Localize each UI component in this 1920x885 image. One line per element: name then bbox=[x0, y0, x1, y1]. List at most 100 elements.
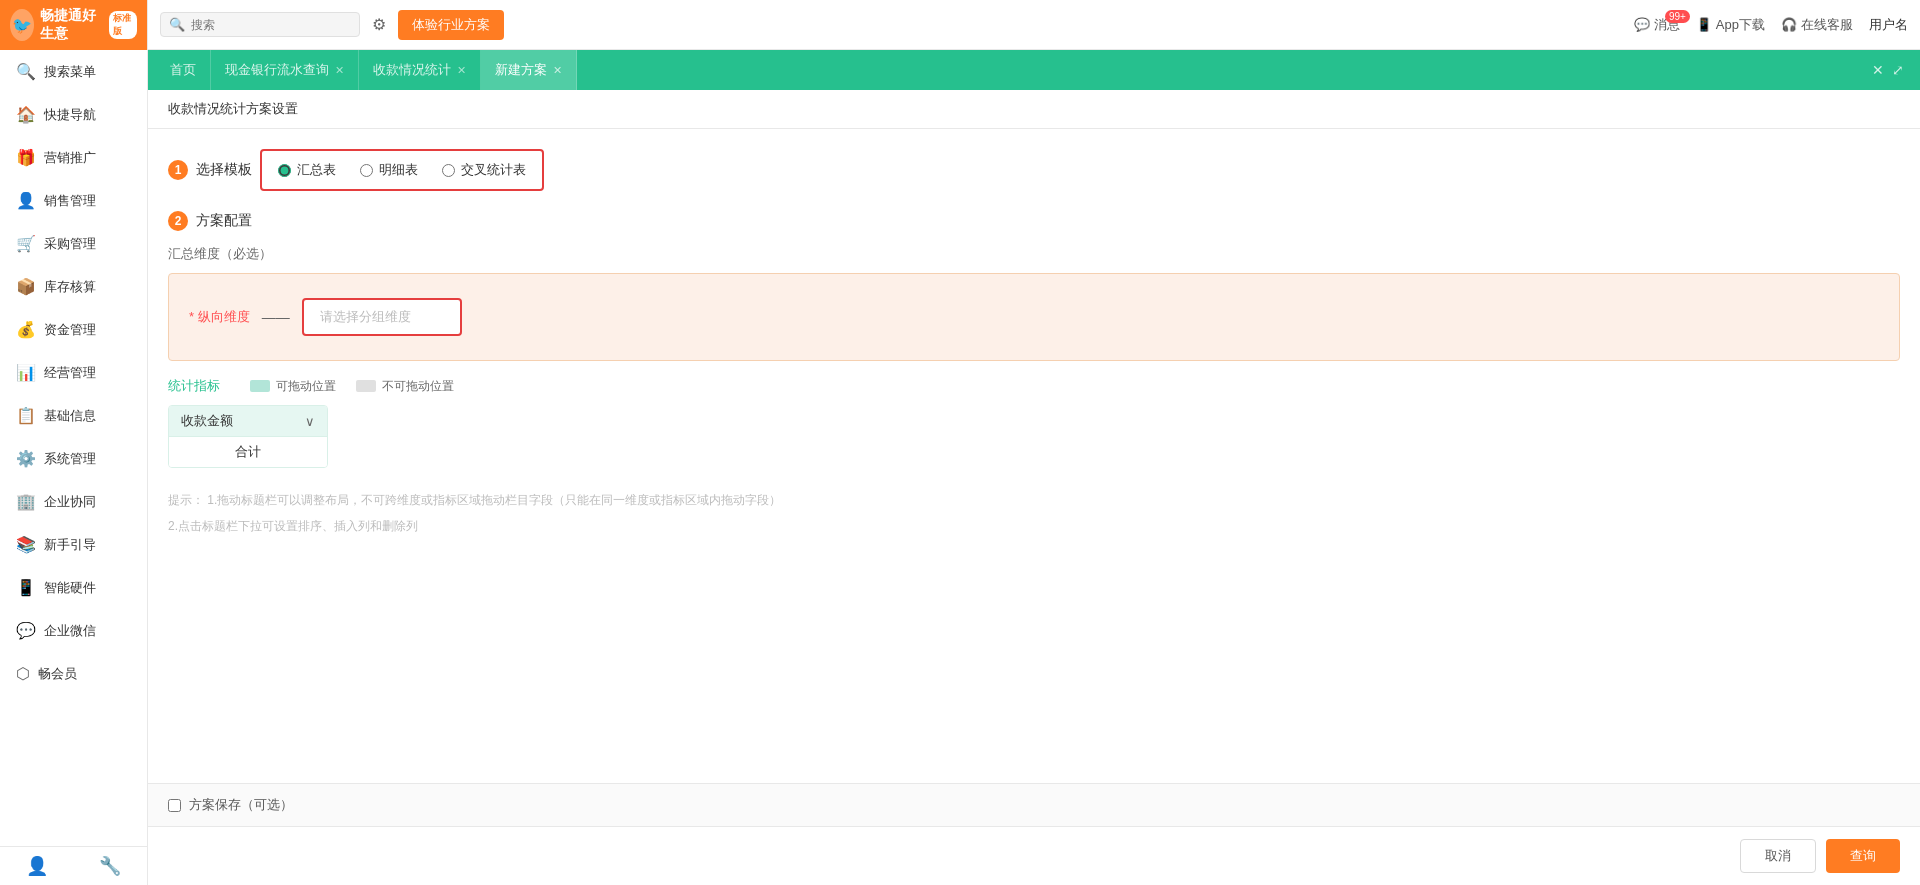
save-checkbox[interactable] bbox=[168, 799, 181, 812]
support-icon: 🎧 bbox=[1781, 17, 1797, 32]
sidebar-item-member[interactable]: ⬡畅会员 bbox=[0, 652, 147, 695]
settings-icon: 🔧 bbox=[99, 855, 121, 877]
dimension-select[interactable]: 请选择分组维度 bbox=[302, 298, 462, 336]
template-options: 汇总表 明细表 交叉统计表 bbox=[260, 149, 544, 191]
topbar: 🔍 ⚙ 体验行业方案 💬 消息 99+ 📱 App下载 🎧 在线客服 用户名 bbox=[148, 0, 1920, 50]
member-icon: ⬡ bbox=[16, 664, 30, 683]
tab-close-new-plan[interactable]: ✕ bbox=[553, 64, 562, 77]
topbar-right: 💬 消息 99+ 📱 App下载 🎧 在线客服 用户名 bbox=[1634, 16, 1908, 34]
trial-button[interactable]: 体验行业方案 bbox=[398, 10, 504, 40]
sidebar-item-label: 搜索菜单 bbox=[44, 63, 96, 81]
step2-header: 2 方案配置 bbox=[168, 211, 1900, 231]
notification-badge: 99+ bbox=[1665, 10, 1690, 23]
tab-label-new-plan: 新建方案 bbox=[495, 61, 547, 79]
sidebar-item-inventory[interactable]: 📦库存核算 bbox=[0, 265, 147, 308]
metrics-header-label: 收款金额 bbox=[181, 412, 233, 430]
tab-close-bank-flow[interactable]: ✕ bbox=[335, 64, 344, 77]
finance-icon: 💰 bbox=[16, 320, 36, 339]
sidebar-item-label: 企业协同 bbox=[44, 493, 96, 511]
basic-info-icon: 📋 bbox=[16, 406, 36, 425]
form-area: 1 选择模板 汇总表 明细表 交叉统计表 bbox=[148, 129, 1920, 783]
radio-cross[interactable]: 交叉统计表 bbox=[442, 161, 526, 179]
tab-label-bank-flow: 现金银行流水查询 bbox=[225, 61, 329, 79]
metrics-section: 统计指标 可拖动位置 不可拖动位置 收款金额 ∨ bbox=[168, 377, 1900, 468]
chevron-down-icon: ∨ bbox=[305, 414, 315, 429]
sidebar-item-operations[interactable]: 📊经营管理 bbox=[0, 351, 147, 394]
sidebar-item-label: 基础信息 bbox=[44, 407, 96, 425]
step1-title: 选择模板 bbox=[196, 161, 252, 179]
legend-fixed-dot bbox=[356, 380, 376, 392]
sidebar-item-label: 企业微信 bbox=[44, 622, 96, 640]
radio-summary[interactable]: 汇总表 bbox=[278, 161, 336, 179]
legend-draggable: 可拖动位置 bbox=[250, 378, 336, 395]
sidebar-item-enterprise[interactable]: 🏢企业协同 bbox=[0, 480, 147, 523]
sidebar-item-guide[interactable]: 📚 新手引导 bbox=[0, 523, 147, 566]
online-support-link[interactable]: 🎧 在线客服 bbox=[1781, 16, 1853, 34]
sidebar-item-basic-info[interactable]: 📋 基础信息 bbox=[0, 394, 147, 437]
radio-cross-input[interactable] bbox=[442, 164, 455, 177]
tab-home[interactable]: 首页 bbox=[156, 50, 211, 90]
radio-detail[interactable]: 明细表 bbox=[360, 161, 418, 179]
radio-summary-input[interactable] bbox=[278, 164, 291, 177]
cancel-button[interactable]: 取消 bbox=[1740, 839, 1816, 873]
radio-detail-input[interactable] bbox=[360, 164, 373, 177]
sidebar-item-search-menu[interactable]: 🔍搜索菜单 bbox=[0, 50, 147, 93]
app-download-link[interactable]: 📱 App下载 bbox=[1696, 16, 1765, 34]
sidebar-item-label: 营销推广 bbox=[44, 149, 96, 167]
quick-nav-icon: 🏠 bbox=[16, 105, 36, 124]
sidebar-bottom-profile[interactable]: 👤 bbox=[26, 855, 48, 877]
main-area: 🔍 ⚙ 体验行业方案 💬 消息 99+ 📱 App下载 🎧 在线客服 用户名 首… bbox=[148, 0, 1920, 885]
sidebar-item-finance[interactable]: 💰 资金管理 bbox=[0, 308, 147, 351]
message-icon: 💬 bbox=[1634, 17, 1650, 32]
search-input[interactable] bbox=[191, 18, 331, 32]
sidebar-bottom-settings[interactable]: 🔧 bbox=[99, 855, 121, 877]
tab-label-home: 首页 bbox=[170, 61, 196, 79]
tab-collection-stats[interactable]: 收款情况统计 ✕ bbox=[359, 50, 481, 90]
metrics-cell-total: 合计 bbox=[169, 436, 327, 467]
sidebar-item-system[interactable]: ⚙️系统管理 bbox=[0, 437, 147, 480]
legend-fixed: 不可拖动位置 bbox=[356, 378, 454, 395]
app-download-label: App下载 bbox=[1716, 16, 1765, 34]
dimension-section-title: 汇总维度（必选） bbox=[168, 245, 1900, 263]
tab-close-collection-stats[interactable]: ✕ bbox=[457, 64, 466, 77]
logo-badge: 标准版 bbox=[109, 11, 137, 39]
sidebar-item-wechat[interactable]: 💬企业微信 bbox=[0, 609, 147, 652]
logo-text: 畅捷通好生意 bbox=[40, 7, 102, 43]
logo-icon: 🐦 bbox=[10, 9, 34, 41]
sidebar-item-label: 资金管理 bbox=[44, 321, 96, 339]
sidebar-item-purchase[interactable]: 🛒 采购管理 bbox=[0, 222, 147, 265]
tab-new-plan[interactable]: 新建方案 ✕ bbox=[481, 50, 577, 90]
radio-cross-label: 交叉统计表 bbox=[461, 161, 526, 179]
gear-icon[interactable]: ⚙ bbox=[372, 15, 386, 34]
metrics-legend: 统计指标 可拖动位置 不可拖动位置 bbox=[168, 377, 1900, 395]
hint-text: 提示： 1.拖动标题栏可以调整布局，不可跨维度或指标区域拖动栏目字段（只能在同一… bbox=[168, 488, 1900, 512]
sidebar-item-sales[interactable]: 👤销售管理 bbox=[0, 179, 147, 222]
legend-fixed-label: 不可拖动位置 bbox=[382, 378, 454, 395]
purchase-icon: 🛒 bbox=[16, 234, 36, 253]
smart-hw-icon: 📱 bbox=[16, 578, 36, 597]
step1-header: 1 选择模板 汇总表 明细表 交叉统计表 bbox=[168, 149, 1900, 191]
sidebar-item-quick-nav[interactable]: 🏠快捷导航 bbox=[0, 93, 147, 136]
sidebar-item-label: 库存核算 bbox=[44, 278, 96, 296]
window-close-icon[interactable]: ✕ bbox=[1872, 62, 1884, 78]
hint-text: 2.点击标题栏下拉可设置排序、插入列和删除列 bbox=[168, 514, 1900, 538]
tab-bank-flow[interactable]: 现金银行流水查询 ✕ bbox=[211, 50, 359, 90]
sidebar-nav: 🔍搜索菜单🏠快捷导航🎁营销推广👤销售管理 🛒 采购管理 📦库存核算 💰 资金管理 📊经营管理… bbox=[0, 50, 147, 846]
dimension-row: * 纵向维度 —— 请选择分组维度 bbox=[189, 298, 1879, 336]
search-box[interactable]: 🔍 bbox=[160, 12, 360, 37]
sidebar-item-label: 新手引导 bbox=[44, 536, 96, 554]
sidebar-item-marketing[interactable]: 🎁营销推广 bbox=[0, 136, 147, 179]
sidebar-bottom: 👤 🔧 bbox=[0, 846, 147, 885]
sidebar-item-label: 采购管理 bbox=[44, 235, 96, 253]
radio-detail-label: 明细表 bbox=[379, 161, 418, 179]
sidebar-item-smart-hw[interactable]: 📱智能硬件 bbox=[0, 566, 147, 609]
step1-section: 1 选择模板 汇总表 明细表 交叉统计表 bbox=[168, 149, 1900, 191]
guide-icon: 📚 bbox=[16, 535, 36, 554]
username-label: 用户名 bbox=[1869, 16, 1908, 34]
metrics-header[interactable]: 收款金额 ∨ bbox=[169, 406, 327, 436]
query-button[interactable]: 查询 bbox=[1826, 839, 1900, 873]
notification-link[interactable]: 💬 消息 99+ bbox=[1634, 16, 1680, 34]
tabbar: 首页现金银行流水查询 ✕收款情况统计 ✕新建方案 ✕✕⤢ bbox=[148, 50, 1920, 90]
sidebar: 🐦 畅捷通好生意 标准版 🔍搜索菜单🏠快捷导航🎁营销推广👤销售管理 🛒 采购管理 📦库… bbox=[0, 0, 148, 885]
window-maximize-icon[interactable]: ⤢ bbox=[1892, 62, 1904, 78]
